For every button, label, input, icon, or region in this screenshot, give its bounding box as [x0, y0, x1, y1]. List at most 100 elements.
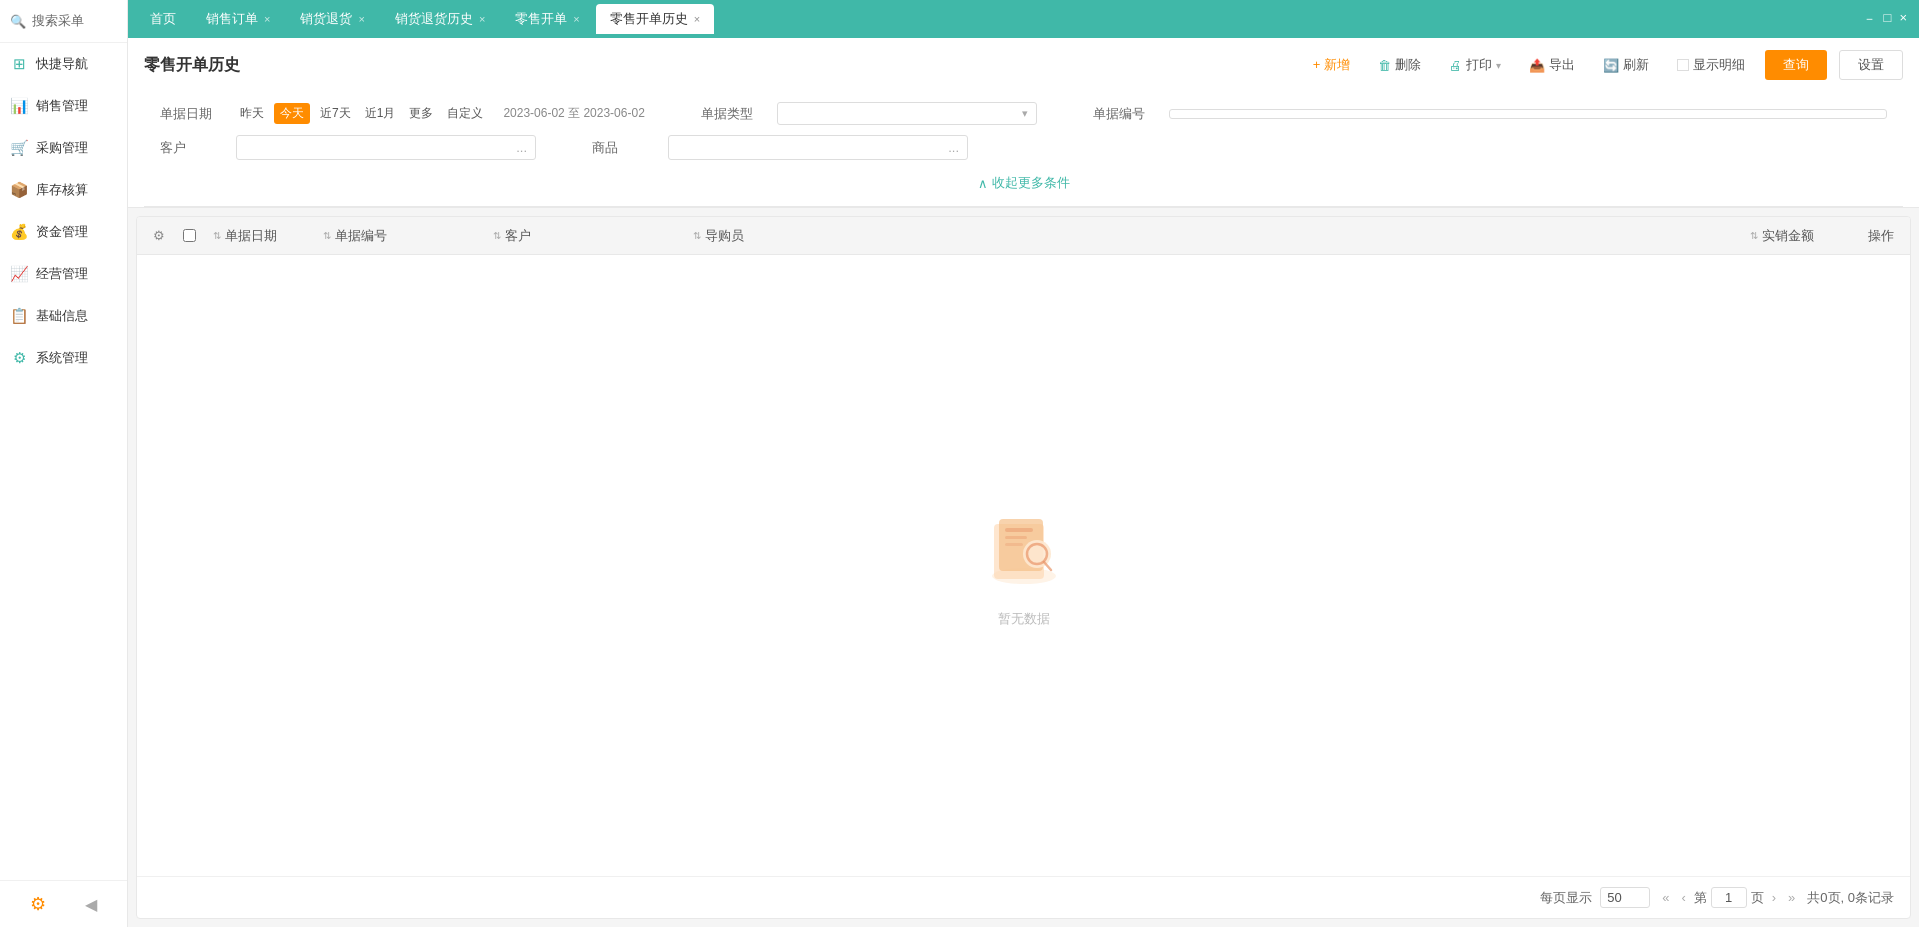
sort-icon-amount[interactable]: ⇅ — [1750, 230, 1758, 241]
sidebar-item-sales-mgmt[interactable]: 📊 销售管理 — [0, 85, 127, 127]
toolbar: + 新增 🗑 删除 🖨 打印 ▾ 📤 导出 — [1305, 50, 1903, 80]
column-settings-icon[interactable]: ⚙ — [153, 228, 165, 243]
th-amount: ⇅ 实销金额 — [1722, 227, 1822, 245]
main-area: 首页 销售订单 × 销货退货 × 销货退货历史 × 零售开单 × 零售开单历史 … — [128, 0, 1919, 927]
date-opt-today[interactable]: 今天 — [274, 103, 310, 124]
prev-page-button[interactable]: ‹ — [1677, 888, 1689, 907]
tab-retail-history-close[interactable]: × — [694, 13, 700, 25]
product-input[interactable]: ... — [668, 135, 968, 160]
minimize-button[interactable]: － — [1863, 10, 1876, 28]
tab-retail-open-label: 零售开单 — [515, 10, 567, 28]
delete-button[interactable]: 🗑 删除 — [1370, 52, 1429, 78]
order-num-input[interactable] — [1169, 109, 1887, 119]
sort-icon-date[interactable]: ⇅ — [213, 230, 221, 241]
settings-bottom-icon[interactable]: ⚙ — [30, 893, 46, 915]
sidebar-item-finance[interactable]: 💰 资金管理 — [0, 211, 127, 253]
filter-area: 单据日期 昨天 今天 近7天 近1月 更多 自定义 2023-06-02 至 2… — [144, 92, 1903, 207]
customer-label: 客户 — [160, 139, 220, 157]
tab-retail-history[interactable]: 零售开单历史 × — [596, 4, 714, 34]
sidebar-item-label: 经营管理 — [36, 265, 88, 283]
tab-home[interactable]: 首页 — [136, 4, 190, 34]
collapse-sidebar-icon[interactable]: ◀ — [85, 895, 97, 914]
tab-sales-return-history-close[interactable]: × — [479, 13, 485, 25]
print-button[interactable]: 🖨 打印 ▾ — [1441, 52, 1509, 78]
tab-retail-open[interactable]: 零售开单 × — [501, 4, 593, 34]
order-num-label: 单据编号 — [1093, 105, 1153, 123]
sidebar-item-label: 系统管理 — [36, 349, 88, 367]
sidebar-item-operations[interactable]: 📈 经营管理 — [0, 253, 127, 295]
select-all-checkbox[interactable] — [183, 229, 196, 242]
next-page-button[interactable]: › — [1768, 888, 1780, 907]
tab-retail-open-close[interactable]: × — [573, 13, 579, 25]
th-settings[interactable]: ⚙ — [145, 228, 175, 243]
th-checkbox[interactable] — [175, 229, 205, 242]
per-page-select[interactable]: 50 10 20 100 — [1600, 887, 1650, 908]
total-text: 共0页, 0条记录 — [1807, 889, 1894, 907]
tab-sales-return-history[interactable]: 销货退货历史 × — [381, 4, 499, 34]
tab-sales-return-close[interactable]: × — [358, 13, 364, 25]
sales-mgmt-icon: 📊 — [10, 97, 28, 115]
sidebar-item-quick-nav[interactable]: ⊞ 快捷导航 — [0, 43, 127, 85]
type-select[interactable]: ▾ — [777, 102, 1037, 125]
sidebar-item-sys-mgmt[interactable]: ⚙ 系统管理 — [0, 337, 127, 379]
display-label: 显示明细 — [1693, 56, 1745, 74]
page-title-row: 零售开单历史 + 新增 🗑 删除 🖨 打印 ▾ 📤 — [144, 50, 1903, 80]
table-header: ⚙ ⇅ 单据日期 ⇅ 单据编号 ⇅ 客户 ⇅ — [137, 217, 1910, 255]
export-icon: 📤 — [1529, 58, 1545, 73]
close-button[interactable]: × — [1899, 10, 1907, 28]
last-page-button[interactable]: » — [1784, 888, 1799, 907]
customer-input[interactable]: ... — [236, 135, 536, 160]
th-amount-label: 实销金额 — [1762, 227, 1814, 245]
date-options: 昨天 今天 近7天 近1月 更多 自定义 — [236, 103, 487, 124]
type-select-arrow: ▾ — [1022, 107, 1028, 120]
purchase-mgmt-icon: 🛒 — [10, 139, 28, 157]
date-range: 2023-06-02 至 2023-06-02 — [503, 105, 644, 122]
export-button[interactable]: 📤 导出 — [1521, 52, 1583, 78]
first-page-button[interactable]: « — [1658, 888, 1673, 907]
maximize-button[interactable]: □ — [1884, 10, 1892, 28]
print-icon: 🖨 — [1449, 58, 1462, 73]
sidebar-item-inventory[interactable]: 📦 库存核算 — [0, 169, 127, 211]
sidebar-item-label: 资金管理 — [36, 223, 88, 241]
date-opt-1month[interactable]: 近1月 — [361, 103, 400, 124]
customer-dots: ... — [516, 140, 527, 155]
date-opt-7days[interactable]: 近7天 — [316, 103, 355, 124]
sort-icon-customer[interactable]: ⇅ — [493, 230, 501, 241]
th-action: 操作 — [1822, 227, 1902, 245]
delete-label: 删除 — [1395, 56, 1421, 74]
sort-icon-guide[interactable]: ⇅ — [693, 230, 701, 241]
sidebar-item-basic-info[interactable]: 📋 基础信息 — [0, 295, 127, 337]
th-customer: ⇅ 客户 — [485, 227, 685, 245]
tab-sales-order[interactable]: 销售订单 × — [192, 4, 284, 34]
query-button[interactable]: 查询 — [1765, 50, 1827, 80]
sort-icon-num[interactable]: ⇅ — [323, 230, 331, 241]
filter-row-2: 客户 ... 商品 ... — [160, 135, 1887, 160]
sidebar-item-purchase-mgmt[interactable]: 🛒 采购管理 — [0, 127, 127, 169]
th-guide: ⇅ 导购员 — [685, 227, 805, 245]
empty-state: 暂无数据 — [137, 255, 1910, 876]
tab-sales-order-close[interactable]: × — [264, 13, 270, 25]
page-label: 页 — [1751, 889, 1764, 907]
pagination: 每页显示 50 10 20 100 « ‹ 第 页 › » 共0页, 0条记录 — [137, 876, 1910, 918]
sys-mgmt-icon: ⚙ — [10, 349, 28, 367]
tab-sales-return-history-label: 销货退货历史 — [395, 10, 473, 28]
setting-button[interactable]: 设置 — [1839, 50, 1903, 80]
sidebar-search[interactable]: 🔍 搜索采单 — [0, 0, 127, 43]
finance-icon: 💰 — [10, 223, 28, 241]
refresh-label: 刷新 — [1623, 56, 1649, 74]
print-dropdown-icon: ▾ — [1496, 60, 1501, 71]
collapse-filter-button[interactable]: ∧ 收起更多条件 — [160, 170, 1887, 196]
filter-row-1: 单据日期 昨天 今天 近7天 近1月 更多 自定义 2023-06-02 至 2… — [160, 102, 1887, 125]
page-label-pre: 第 — [1694, 889, 1707, 907]
date-opt-yesterday[interactable]: 昨天 — [236, 103, 268, 124]
display-detail-button[interactable]: 显示明细 — [1669, 52, 1753, 78]
refresh-button[interactable]: 🔄 刷新 — [1595, 52, 1657, 78]
date-opt-more[interactable]: 更多 — [405, 103, 437, 124]
date-opt-custom[interactable]: 自定义 — [443, 103, 487, 124]
tab-sales-return-label: 销货退货 — [300, 10, 352, 28]
new-button[interactable]: + 新增 — [1305, 52, 1358, 78]
page-title: 零售开单历史 — [144, 55, 240, 76]
current-page-input[interactable] — [1711, 887, 1747, 908]
th-num: ⇅ 单据编号 — [315, 227, 485, 245]
tab-sales-return[interactable]: 销货退货 × — [286, 4, 378, 34]
